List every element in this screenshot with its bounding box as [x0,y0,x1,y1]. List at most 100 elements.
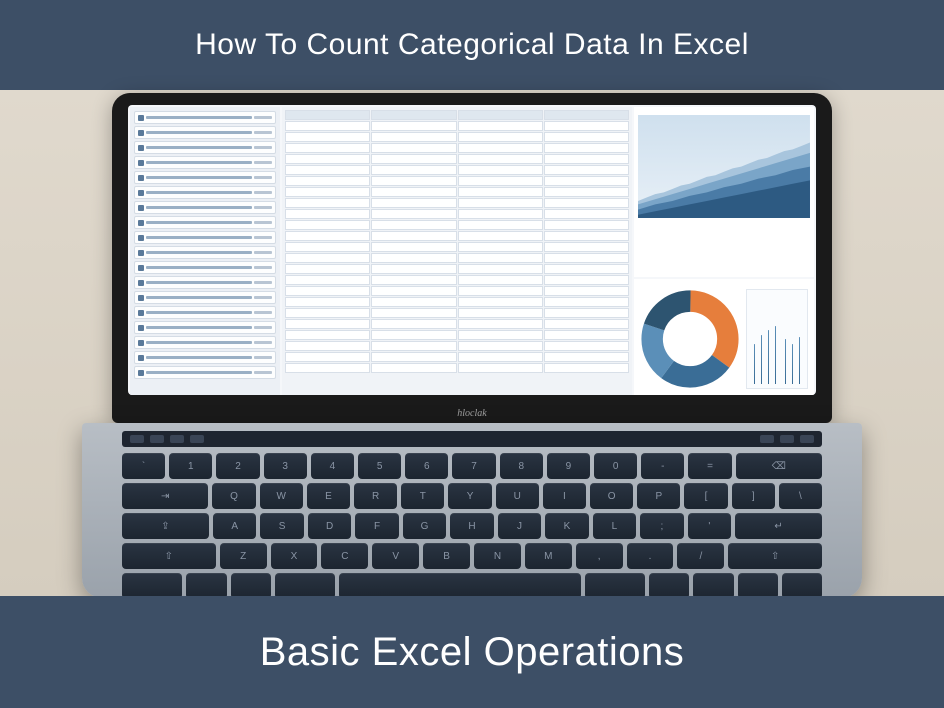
list-item [134,156,276,169]
table-row [285,121,629,131]
list-item [134,351,276,364]
table-row [285,187,629,197]
laptop-illustration: hloclak `1234567890-=⌫ ⇥QWERTYUIOP[]\ ⇪A… [82,93,862,593]
table-row [285,341,629,351]
key: ` [122,453,165,479]
key: B [423,543,470,569]
table-row [285,176,629,186]
footer-title: Basic Excel Operations [260,630,685,675]
key: 3 [264,453,307,479]
key: ↵ [735,513,822,539]
key: ⇧ [728,543,822,569]
key: 6 [405,453,448,479]
key: Q [212,483,255,509]
key: . [627,543,674,569]
list-item [134,291,276,304]
list-item [134,201,276,214]
key: R [354,483,397,509]
key: 0 [594,453,637,479]
table-row [285,319,629,329]
table-row [285,220,629,230]
key: ⇥ [122,483,208,509]
list-item [134,216,276,229]
table-row [285,231,629,241]
laptop-brand-label: hloclak [457,408,486,419]
key: T [401,483,444,509]
table-row [285,308,629,318]
key: ; [640,513,683,539]
key: ] [732,483,775,509]
area-chart-icon [638,115,810,218]
key: I [543,483,586,509]
table-row [285,352,629,362]
key: / [677,543,724,569]
table-row [285,297,629,307]
key: H [450,513,493,539]
key: A [213,513,256,539]
key: [ [684,483,727,509]
hero-area: hloclak `1234567890-=⌫ ⇥QWERTYUIOP[]\ ⇪A… [0,90,944,596]
key: F [355,513,398,539]
key: 7 [452,453,495,479]
key: O [590,483,633,509]
key: S [260,513,303,539]
key: X [271,543,318,569]
list-item [134,321,276,334]
key: ' [688,513,731,539]
table-row [285,198,629,208]
key: , [576,543,623,569]
key: \ [779,483,822,509]
list-item [134,111,276,124]
key: N [474,543,521,569]
list-item [134,246,276,259]
key: W [260,483,303,509]
key: = [688,453,731,479]
key: - [641,453,684,479]
table-row [285,264,629,274]
bottom-charts-panel [634,279,814,395]
key: 8 [500,453,543,479]
list-item [134,231,276,244]
key: K [545,513,588,539]
list-item [134,306,276,319]
key: C [321,543,368,569]
keyboard-rows: `1234567890-=⌫ ⇥QWERTYUIOP[]\ ⇪ASDFGHJKL… [122,453,822,599]
key: ⇪ [122,513,209,539]
key: V [372,543,419,569]
area-chart-panel [634,107,814,277]
laptop-screen [128,105,816,395]
list-item [134,141,276,154]
table-row [285,330,629,340]
key: 1 [169,453,212,479]
touch-bar [122,431,822,447]
donut-chart-icon [640,289,740,389]
key: ⌫ [736,453,822,479]
laptop-keyboard-deck: `1234567890-=⌫ ⇥QWERTYUIOP[]\ ⇪ASDFGHJKL… [82,423,862,598]
table-row [285,209,629,219]
key: U [496,483,539,509]
list-item [134,366,276,379]
table-row [285,275,629,285]
table-row [285,132,629,142]
laptop-screen-bezel: hloclak [112,93,832,423]
page-title: How To Count Categorical Data In Excel [195,28,749,62]
table-row [285,154,629,164]
table-row [285,110,629,120]
key: J [498,513,541,539]
spreadsheet-sidebar [130,107,280,395]
key: D [308,513,351,539]
table-row [285,253,629,263]
key: P [637,483,680,509]
key: ⇧ [122,543,216,569]
key: Z [220,543,267,569]
key: L [593,513,636,539]
table-row [285,165,629,175]
key: 4 [311,453,354,479]
key: E [307,483,350,509]
key: G [403,513,446,539]
key: M [525,543,572,569]
key: 2 [216,453,259,479]
list-item [134,186,276,199]
list-item [134,336,276,349]
list-item [134,276,276,289]
